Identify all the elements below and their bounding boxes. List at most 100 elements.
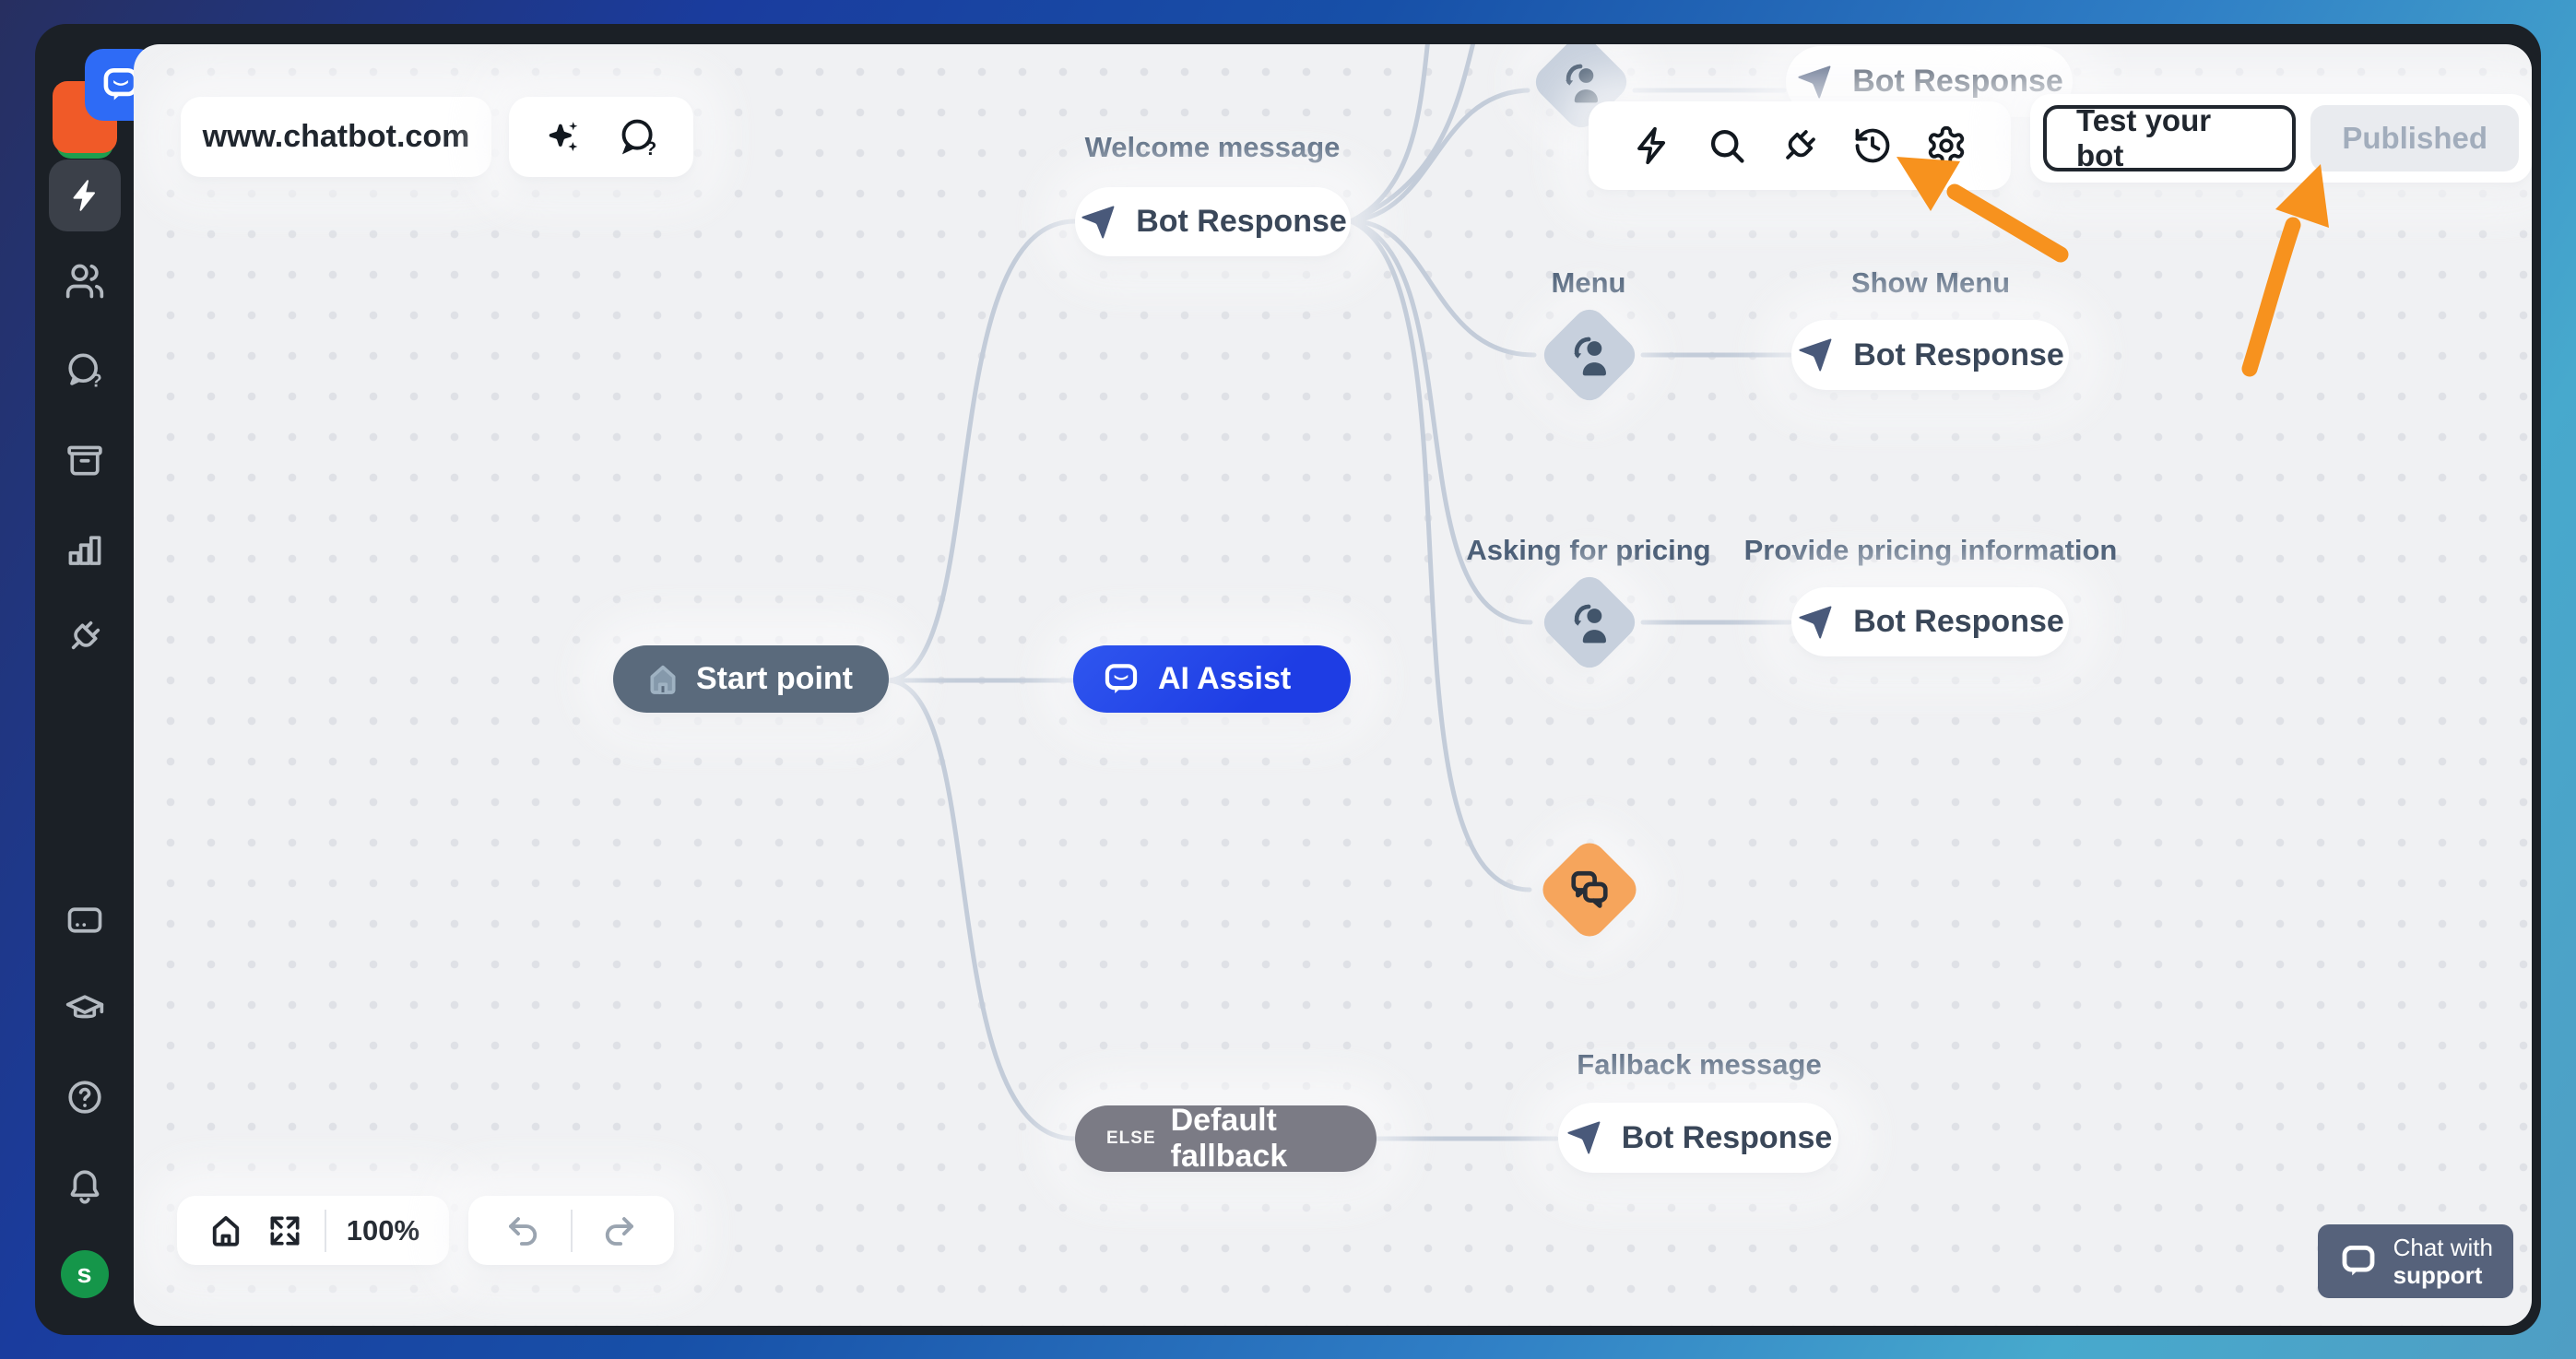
toolbar-history-button[interactable] xyxy=(1851,124,1894,167)
test-button-label: Test your bot xyxy=(2076,103,2212,172)
else-badge: ELSE xyxy=(1106,1129,1156,1148)
archive-icon xyxy=(66,445,102,476)
bot-url-text: www.chatbot.com xyxy=(202,119,470,154)
sparkles-icon xyxy=(549,121,578,151)
node-bot-response-pricing[interactable]: Bot Response xyxy=(1791,587,2069,656)
sidebar-item-logo[interactable] xyxy=(49,49,157,159)
paper-plane-icon xyxy=(1799,606,1832,639)
bolt-icon xyxy=(72,180,95,211)
flow-canvas[interactable]: Bot Response Welcome message Bot Respons… xyxy=(134,44,2532,1326)
divider xyxy=(324,1209,326,1252)
home-icon xyxy=(650,665,676,694)
node-label: Default fallback xyxy=(1170,1103,1288,1174)
user-input-icon xyxy=(1574,604,1606,644)
publish-bar: Test your bot Published xyxy=(2030,94,2532,183)
node-bot-response-menu[interactable]: Bot Response xyxy=(1791,320,2069,390)
graduation-cap-icon xyxy=(65,995,103,1019)
toolbar-bolt-button[interactable] xyxy=(1632,124,1674,167)
gear-icon xyxy=(1928,125,1964,166)
node-caption: Show Menu xyxy=(1850,266,2011,299)
canvas-toolbar xyxy=(1589,101,2011,190)
divider xyxy=(570,1209,573,1252)
node-bot-response-fallback[interactable]: Bot Response xyxy=(1558,1103,1838,1173)
help-chat-button[interactable]: ? xyxy=(618,116,660,159)
users-icon xyxy=(65,264,103,299)
node-label: AI Assist xyxy=(1158,661,1292,696)
sidebar-item-automation[interactable] xyxy=(48,160,121,231)
user-input-icon xyxy=(1574,337,1606,376)
chat-bubbles-icon xyxy=(1571,870,1608,908)
redo-icon xyxy=(605,1216,633,1246)
chat-question-icon: ? xyxy=(621,119,656,159)
undo-icon xyxy=(509,1216,538,1246)
node-caption: Asking for pricing xyxy=(1466,534,1711,566)
node-ai-assist[interactable]: AI Assist xyxy=(1073,645,1351,713)
sidebar: ? s xyxy=(35,24,157,1335)
bar-chart-icon xyxy=(68,536,100,565)
sidebar-item-billing[interactable] xyxy=(63,898,107,942)
paper-plane-icon xyxy=(1799,338,1832,372)
published-status-button[interactable]: Published xyxy=(2310,105,2519,171)
sidebar-item-chats[interactable]: ? xyxy=(63,349,107,393)
undo-redo-controls xyxy=(468,1196,674,1265)
home-view-button[interactable] xyxy=(207,1211,245,1250)
undo-button[interactable] xyxy=(504,1211,543,1250)
plug-icon xyxy=(1786,130,1815,160)
toolbar-search-button[interactable] xyxy=(1706,124,1748,167)
node-caption: Fallback message xyxy=(1577,1048,1822,1081)
sidebar-item-academy[interactable] xyxy=(63,987,107,1031)
home-icon xyxy=(212,1215,240,1247)
user-avatar[interactable]: s xyxy=(60,1250,109,1298)
node-label: Bot Response xyxy=(1852,64,2063,99)
toolbar-settings-button[interactable] xyxy=(1925,124,1967,167)
card-icon xyxy=(67,907,101,933)
bolt-icon xyxy=(1637,126,1666,165)
node-caption: Menu xyxy=(1551,266,1626,299)
sidebar-item-integrations[interactable] xyxy=(63,614,107,658)
sparkles-button[interactable] xyxy=(542,116,585,159)
chat-question-icon: ? xyxy=(67,353,101,391)
bell-icon xyxy=(70,1170,99,1204)
history-icon xyxy=(1855,128,1890,163)
avatar-initial: s xyxy=(77,1259,92,1289)
node-label: Bot Response xyxy=(1136,204,1347,239)
sidebar-item-notifications[interactable] xyxy=(63,1164,107,1209)
node-label: Bot Response xyxy=(1621,1119,1833,1155)
paper-plane-icon xyxy=(1081,206,1115,239)
node-label: Start point xyxy=(696,661,853,696)
ai-tools-bar: ? xyxy=(509,97,693,177)
test-your-bot-button[interactable]: Test your bot xyxy=(2043,103,2297,172)
redo-button[interactable] xyxy=(599,1211,638,1250)
paper-plane-icon xyxy=(1798,65,1831,99)
support-line1: Chat with xyxy=(2393,1234,2493,1261)
app-window: ? s Bot Response Welcome message Bot Res… xyxy=(35,24,2541,1335)
node-label: Bot Response xyxy=(1853,337,2064,372)
node-label: Bot Response xyxy=(1853,604,2064,639)
expand-icon xyxy=(270,1216,300,1245)
svg-text:?: ? xyxy=(90,371,101,391)
svg-text:?: ? xyxy=(644,137,656,158)
node-default-fallback[interactable]: ELSE Default fallback xyxy=(1075,1103,1377,1174)
support-chat-icon xyxy=(2342,1245,2375,1276)
canvas-view-controls: 100% xyxy=(177,1196,449,1265)
paper-plane-icon xyxy=(1567,1121,1601,1154)
bot-url-field[interactable]: www.chatbot.com xyxy=(181,97,491,177)
zoom-level: 100% xyxy=(346,1213,420,1247)
node-caption: Provide pricing information xyxy=(1743,534,2118,566)
node-caption: Welcome message xyxy=(1084,131,1341,163)
sidebar-item-help[interactable] xyxy=(63,1075,107,1119)
chat-with-support-button[interactable]: Chat with support xyxy=(2317,1224,2513,1298)
node-start-point[interactable]: Start point xyxy=(613,645,889,713)
sidebar-item-archives[interactable] xyxy=(63,438,107,482)
support-line2: support xyxy=(2393,1261,2483,1289)
fit-screen-button[interactable] xyxy=(266,1211,304,1250)
sidebar-item-reports[interactable] xyxy=(63,527,107,572)
published-label: Published xyxy=(2342,121,2487,155)
sidebar-item-users[interactable] xyxy=(63,259,107,303)
plug-icon xyxy=(71,620,100,650)
desktop-background: ? s Bot Response Welcome message Bot Res… xyxy=(0,0,2576,1359)
toolbar-integrations-button[interactable] xyxy=(1778,124,1821,167)
node-bot-response-welcome[interactable]: Bot Response xyxy=(1075,187,1351,256)
help-circle-icon xyxy=(67,1081,101,1114)
user-input-icon xyxy=(1566,64,1598,103)
